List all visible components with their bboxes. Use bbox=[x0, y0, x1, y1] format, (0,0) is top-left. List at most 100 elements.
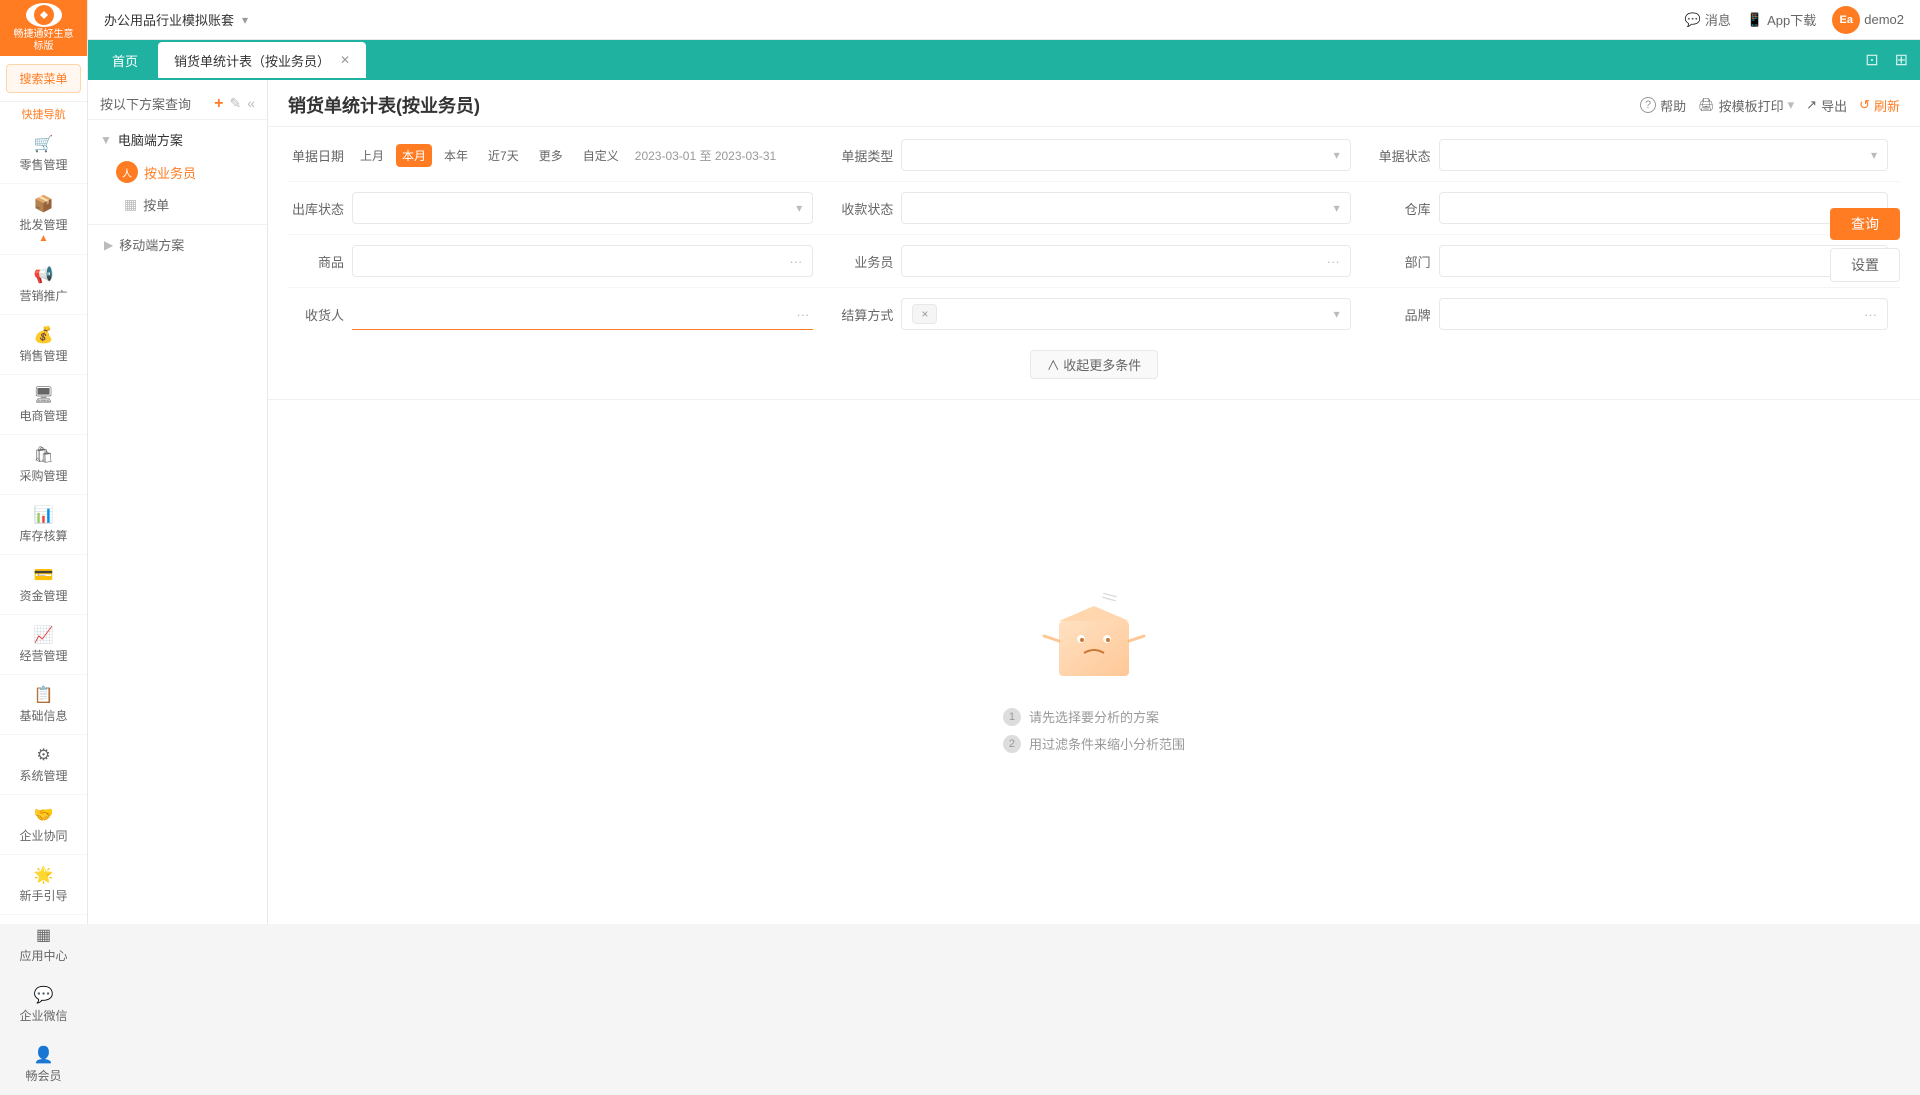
messages-btn[interactable]: 💬 消息 bbox=[1685, 10, 1731, 29]
main-area: 办公用品行业模拟账套 ▾ 💬 消息 📱 App下载 Ea demo2 首页 bbox=[88, 0, 1920, 924]
search-menu-button[interactable]: 搜索菜单 bbox=[6, 64, 81, 93]
tree-pc-label: 电脑端方案 bbox=[118, 130, 183, 149]
department-select[interactable]: ▾ bbox=[1439, 245, 1888, 277]
date-btn-last-month[interactable]: 上月 bbox=[352, 143, 392, 168]
add-scheme-btn[interactable]: + bbox=[214, 95, 223, 113]
active-scheme-icon: 人 bbox=[116, 161, 138, 183]
sidebar-item-retail[interactable]: 🛒 零售管理 bbox=[0, 124, 87, 184]
sidebar-item-basic[interactable]: 📋 基础信息 bbox=[0, 675, 87, 735]
sidebar-item-apps[interactable]: ▦ 应用中心 bbox=[0, 915, 87, 975]
consignee-label: 收货人 bbox=[288, 305, 344, 324]
tree-mobile-section[interactable]: ▶ 移动端方案 bbox=[88, 229, 267, 260]
sidebar-item-inventory[interactable]: 📊 库存核算 bbox=[0, 495, 87, 555]
out-status-select[interactable]: ▾ bbox=[352, 192, 813, 224]
date-btn-custom[interactable]: 自定义 bbox=[575, 143, 627, 168]
export-btn[interactable]: ↗ 导出 bbox=[1806, 96, 1847, 115]
salesperson-input[interactable]: ··· bbox=[901, 245, 1350, 277]
sidebar-item-sales[interactable]: 💰 销售管理 bbox=[0, 315, 87, 375]
receive-status-select[interactable]: ▾ bbox=[901, 192, 1350, 224]
tab-home[interactable]: 首页 bbox=[96, 42, 154, 78]
app-download-label: App下载 bbox=[1767, 10, 1816, 29]
panel-header: 按以下方案查询 + ✎ « bbox=[88, 88, 267, 119]
doc-type-select[interactable]: ▾ bbox=[901, 139, 1350, 171]
payment-arrow: ▾ bbox=[1334, 307, 1340, 321]
tree-by-order[interactable]: ▦ 按单 bbox=[88, 189, 267, 220]
sidebar-item-wechat[interactable]: 💬 企业微信 bbox=[0, 975, 87, 1035]
tab-sales-stats[interactable]: 销货单统计表（按业务员） ✕ bbox=[158, 42, 366, 78]
brand-input[interactable]: ··· bbox=[1439, 298, 1888, 330]
restore-window-btn[interactable]: ⊡ bbox=[1861, 46, 1882, 74]
content: 按以下方案查询 + ✎ « ▼ 电脑端方案 人 按业务员 bbox=[88, 80, 1920, 924]
goods-cell: 商品 ··· bbox=[288, 245, 825, 277]
edit-scheme-btn[interactable]: ✎ bbox=[229, 95, 241, 113]
wholesale-icon: 📦 bbox=[34, 194, 54, 214]
topbar-dropdown-icon[interactable]: ▾ bbox=[242, 13, 248, 27]
app-download-btn[interactable]: 📱 App下载 bbox=[1747, 10, 1816, 29]
brand-dots: ··· bbox=[1864, 307, 1877, 322]
print-icon: 🖨 bbox=[1698, 97, 1715, 113]
print-btn[interactable]: 🖨 按模板打印 ▾ bbox=[1698, 96, 1794, 115]
tabbar: 首页 销货单统计表（按业务员） ✕ ⊡ ⊞ bbox=[88, 40, 1920, 80]
empty-tip-2: 2 用过滤条件来缩小分析范围 bbox=[1003, 734, 1185, 753]
finance-icon: 💳 bbox=[34, 565, 54, 585]
salesperson-cell: 业务员 ··· bbox=[825, 245, 1362, 277]
print-label: 按模板打印 bbox=[1719, 96, 1784, 115]
expand-window-btn[interactable]: ⊞ bbox=[1891, 46, 1912, 74]
goods-input[interactable]: ··· bbox=[352, 245, 813, 277]
query-btn[interactable]: 查询 bbox=[1830, 208, 1900, 240]
download-icon: 📱 bbox=[1747, 12, 1763, 28]
apps-icon: ▦ bbox=[36, 925, 51, 945]
topbar: 办公用品行业模拟账套 ▾ 💬 消息 📱 App下载 Ea demo2 bbox=[88, 0, 1920, 40]
by-order-icon: ▦ bbox=[124, 196, 137, 213]
export-label: 导出 bbox=[1821, 96, 1847, 115]
department-label: 部门 bbox=[1375, 252, 1431, 271]
collapse-more-btn[interactable]: ∧ 收起更多条件 bbox=[1030, 350, 1159, 379]
help-btn[interactable]: ? 帮助 bbox=[1640, 96, 1686, 115]
date-btn-this-year[interactable]: 本年 bbox=[436, 143, 476, 168]
doc-type-cell: 单据类型 ▾ bbox=[825, 139, 1362, 171]
tab-close-icon[interactable]: ✕ bbox=[340, 53, 350, 67]
tip-num-2: 2 bbox=[1003, 735, 1021, 753]
setting-btn[interactable]: 设置 bbox=[1830, 248, 1900, 282]
consignee-input[interactable] bbox=[352, 298, 813, 330]
date-btn-7days[interactable]: 近7天 bbox=[480, 143, 527, 168]
sidebar-item-member[interactable]: 👤 畅会员 bbox=[0, 1035, 87, 1095]
brand-label: 品牌 bbox=[1375, 305, 1431, 324]
sidebar-item-operations[interactable]: 📈 经营管理 bbox=[0, 615, 87, 675]
tab-home-label: 首页 bbox=[112, 51, 138, 70]
doc-status-select[interactable]: ▾ bbox=[1439, 139, 1888, 171]
sidebar-item-newuser[interactable]: 🌟 新手引导 bbox=[0, 855, 87, 915]
tabbar-actions: ⊡ ⊞ bbox=[1861, 46, 1912, 74]
sidebar-item-enterprise[interactable]: 🤝 企业协同 bbox=[0, 795, 87, 855]
refresh-btn[interactable]: ↺ 刷新 bbox=[1859, 96, 1900, 115]
warehouse-input[interactable]: ··· bbox=[1439, 192, 1888, 224]
sidebar-item-wholesale[interactable]: 📦 批发管理 ▲ bbox=[0, 184, 87, 255]
sidebar-item-system[interactable]: ⚙ 系统管理 bbox=[0, 735, 87, 795]
tree-pc-section[interactable]: ▼ 电脑端方案 bbox=[88, 124, 267, 155]
date-btn-this-month[interactable]: 本月 bbox=[396, 144, 432, 167]
purchase-icon: 🛍 bbox=[33, 445, 53, 465]
topbar-title: 办公用品行业模拟账套 bbox=[104, 10, 234, 29]
date-label: 单据日期 bbox=[288, 146, 344, 165]
payment-tag-close[interactable]: × bbox=[921, 307, 928, 321]
user-profile[interactable]: Ea demo2 bbox=[1832, 6, 1904, 34]
payment-cell: 结算方式 × ▾ bbox=[825, 298, 1362, 330]
sidebar-item-finance[interactable]: 💳 资金管理 bbox=[0, 555, 87, 615]
refresh-label: 刷新 bbox=[1874, 96, 1900, 115]
salesperson-dots: ··· bbox=[1327, 254, 1340, 269]
collapse-panel-btn[interactable]: « bbox=[247, 95, 255, 113]
sidebar-search-section: 搜索菜单 bbox=[0, 56, 87, 102]
sidebar-item-ecommerce[interactable]: 🖥 电商管理 bbox=[0, 375, 87, 435]
topbar-left: 办公用品行业模拟账套 ▾ bbox=[104, 10, 248, 29]
payment-input[interactable]: × ▾ bbox=[901, 298, 1350, 330]
sidebar-item-purchase[interactable]: 🛍 采购管理 bbox=[0, 435, 87, 495]
messages-label: 消息 bbox=[1705, 10, 1731, 29]
sidebar-item-marketing[interactable]: 📢 营销推广 bbox=[0, 255, 87, 315]
tree-by-salesperson[interactable]: 人 按业务员 bbox=[88, 155, 267, 189]
left-panel: 按以下方案查询 + ✎ « ▼ 电脑端方案 人 按业务员 bbox=[88, 80, 268, 924]
date-btn-more[interactable]: 更多 bbox=[531, 143, 571, 168]
basic-icon: 📋 bbox=[34, 685, 54, 705]
tree-section-mobile: ▶ 移动端方案 bbox=[88, 225, 267, 264]
inventory-icon: 📊 bbox=[34, 505, 54, 525]
member-icon: 👤 bbox=[34, 1045, 54, 1065]
